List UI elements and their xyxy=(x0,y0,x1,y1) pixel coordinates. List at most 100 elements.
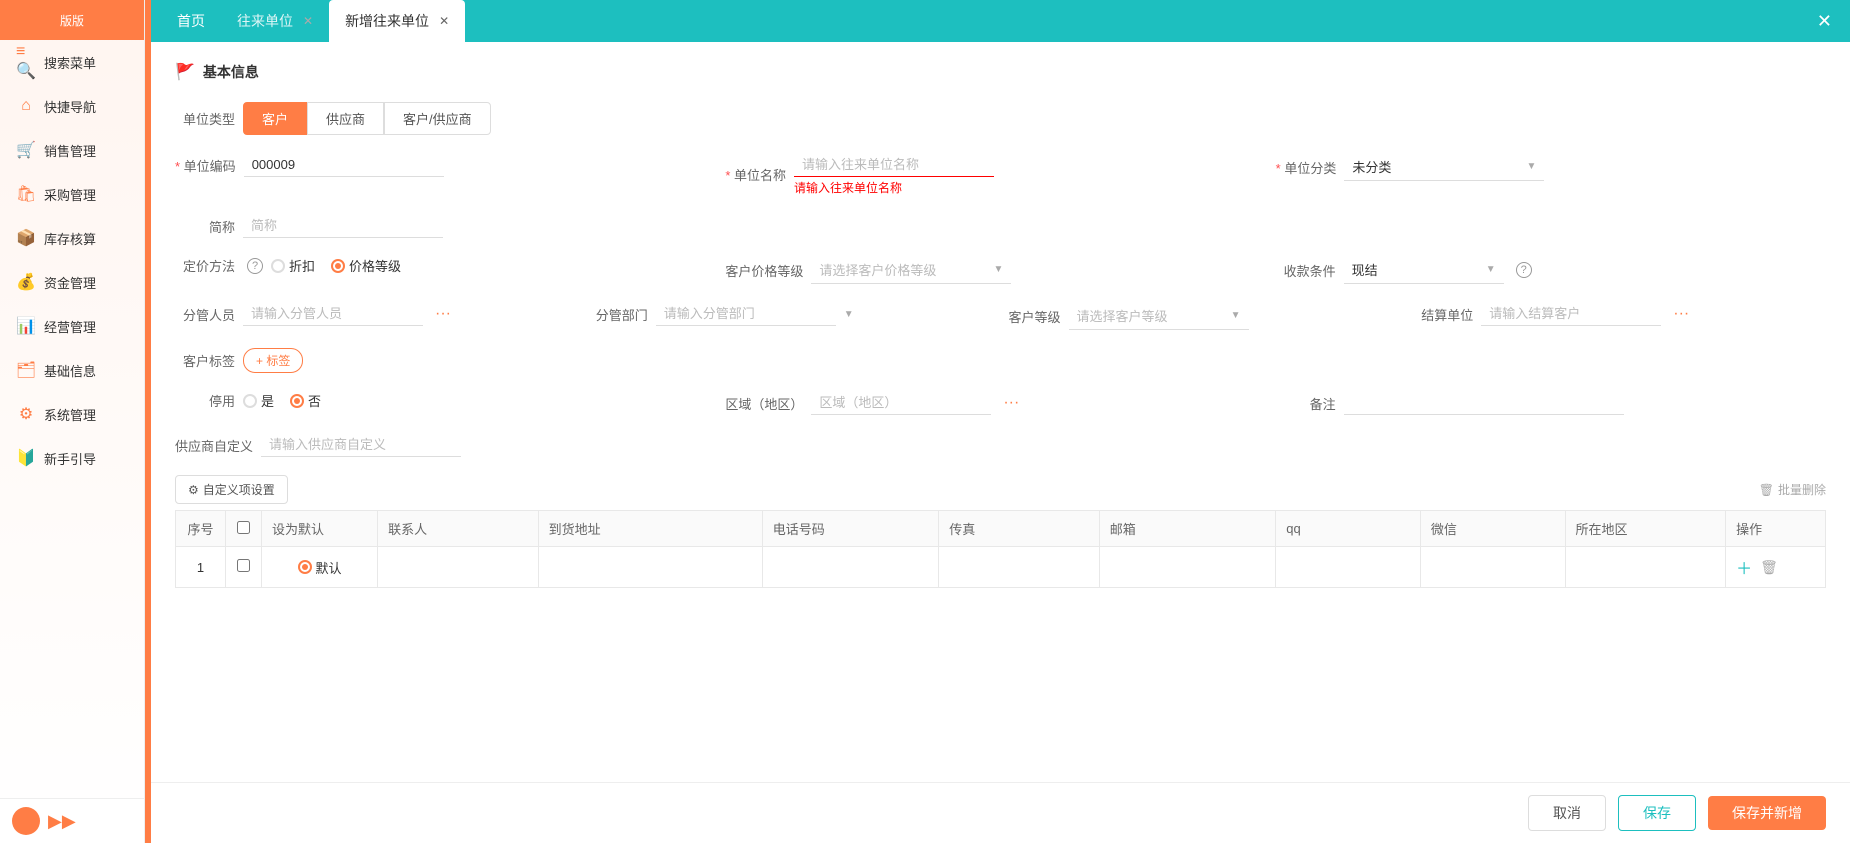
type-btn-customer[interactable]: 客户 xyxy=(243,102,307,135)
supplier-custom-label: 供应商自定义 xyxy=(175,436,253,455)
table-row: 1 默认 xyxy=(176,547,1826,588)
sidebar-logo: 版版 xyxy=(0,0,144,40)
sidebar-item-guide[interactable]: 🔰 新手引导 xyxy=(0,436,144,480)
chevron-down-icon-4: ▼ xyxy=(1231,310,1241,321)
wechat-input[interactable] xyxy=(1431,560,1501,575)
supplier-custom-input[interactable] xyxy=(261,433,461,457)
area-input[interactable] xyxy=(1576,560,1656,575)
sidebar-item-inventory[interactable]: 📦 库存核算 xyxy=(0,216,144,260)
delete-row-button[interactable]: 🗑 xyxy=(1760,559,1778,576)
sidebar-item-finance[interactable]: 💰 资金管理 xyxy=(0,260,144,304)
trash-icon: 🗑 xyxy=(1759,483,1774,497)
region-input[interactable] xyxy=(811,391,991,415)
radio-disabled-yes[interactable]: 是 xyxy=(243,391,274,410)
short-name-input[interactable] xyxy=(243,214,443,238)
batch-delete-btn[interactable]: 🗑 批量删除 xyxy=(1759,481,1826,498)
gear-icon: ⚙ xyxy=(16,404,36,424)
customer-price-select[interactable]: 请选择客户价格等级 ▼ xyxy=(811,256,1011,284)
add-row-button[interactable]: ＋ xyxy=(1736,555,1752,579)
radio-disabled-no[interactable]: 否 xyxy=(290,391,321,410)
payment-help-icon[interactable]: ? xyxy=(1516,262,1532,278)
cancel-button[interactable]: 取消 xyxy=(1528,795,1606,831)
default-radio-label: 默认 xyxy=(316,558,342,577)
settlement-unit-input[interactable] xyxy=(1481,302,1661,326)
unit-category-group: 单位分类 未分类 ▼ xyxy=(1276,153,1826,181)
address-input[interactable] xyxy=(549,560,669,575)
sidebar-item-system[interactable]: ⚙ 系统管理 xyxy=(0,392,144,436)
unit-code-label: 单位编码 xyxy=(175,156,236,175)
tab-partners-close[interactable]: ✕ xyxy=(303,14,313,28)
col-contact: 联系人 xyxy=(378,511,539,547)
sidebar-item-search[interactable]: ≡🔍 搜索菜单 xyxy=(0,40,144,84)
radio-discount[interactable]: 折扣 xyxy=(271,256,315,275)
dept-input[interactable] xyxy=(656,302,836,326)
search-icon: ≡🔍 xyxy=(16,52,36,72)
payment-terms-group: 收款条件 现结 ▼ ? xyxy=(1276,256,1826,284)
save-and-new-button[interactable]: 保存并新增 xyxy=(1708,796,1826,830)
supplier-custom-group: 供应商自定义 xyxy=(175,433,1826,457)
region-label: 区域（地区） xyxy=(725,394,803,413)
add-tag-button[interactable]: + 标签 xyxy=(243,348,303,373)
radio-no-label: 否 xyxy=(308,391,321,410)
contact-input[interactable] xyxy=(388,560,468,575)
customer-level-select[interactable]: 请选择客户等级 ▼ xyxy=(1069,302,1249,330)
sidebar-expand-icon[interactable]: ▶▶ xyxy=(48,811,76,832)
custom-settings-button[interactable]: ⚙ 自定义项设置 xyxy=(175,475,288,504)
save-button[interactable]: 保存 xyxy=(1618,795,1696,831)
unit-type-buttons: 客户 供应商 客户/供应商 xyxy=(243,102,491,135)
sidebar-item-quick-nav[interactable]: ⌂ 快捷导航 xyxy=(0,84,144,128)
section-title-text: 基本信息 xyxy=(203,62,259,82)
pricing-help-icon[interactable]: ? xyxy=(247,258,263,274)
tab-partners[interactable]: 往来单位 ✕ xyxy=(221,0,329,42)
tab-home-label: 首页 xyxy=(177,11,205,31)
unit-name-input[interactable] xyxy=(794,153,994,177)
pricing-method-group: 定价方法 ? 折扣 价格等级 xyxy=(175,256,725,275)
unit-category-select[interactable]: 未分类 ▼ xyxy=(1344,153,1544,181)
cell-address xyxy=(538,547,762,588)
email-input[interactable] xyxy=(1110,560,1200,575)
radio-price-level-circle xyxy=(331,259,345,273)
qq-input[interactable] xyxy=(1286,560,1356,575)
manager-input[interactable] xyxy=(243,302,423,326)
type-btn-supplier[interactable]: 供应商 xyxy=(307,102,384,135)
radio-price-level[interactable]: 价格等级 xyxy=(331,256,401,275)
contact-table-section: ⚙ 自定义项设置 🗑 批量删除 序号 设为默认 联系人 xyxy=(175,475,1826,588)
sidebar-item-operation[interactable]: 📊 经营管理 xyxy=(0,304,144,348)
sidebar-item-label: 快捷导航 xyxy=(44,97,96,116)
fax-input[interactable] xyxy=(949,560,1029,575)
short-name-row: 简称 xyxy=(175,214,1826,238)
money-icon: 💰 xyxy=(16,272,36,292)
sidebar-item-label: 库存核算 xyxy=(44,229,96,248)
settlement-more-icon[interactable]: ··· xyxy=(1669,305,1693,323)
cell-action: ＋ 🗑 xyxy=(1726,547,1826,588)
sidebar-item-label: 新手引导 xyxy=(44,449,96,468)
remark-input[interactable] xyxy=(1344,391,1624,415)
chevron-down-icon-2: ▼ xyxy=(993,264,1003,275)
tab-home[interactable]: 首页 xyxy=(161,0,221,42)
default-radio[interactable]: 默认 xyxy=(272,558,367,577)
phone-input[interactable] xyxy=(773,560,863,575)
sidebar-item-sales[interactable]: 🛒 销售管理 xyxy=(0,128,144,172)
col-wechat: 微信 xyxy=(1420,511,1565,547)
chevron-down-icon-3: ▼ xyxy=(1486,264,1496,275)
tab-new-partner-close[interactable]: ✕ xyxy=(439,14,449,28)
sidebar-item-label: 搜索菜单 xyxy=(44,53,96,72)
region-more-icon[interactable]: ··· xyxy=(999,394,1023,412)
window-close-button[interactable]: ✕ xyxy=(1809,11,1840,32)
payment-terms-select[interactable]: 现结 ▼ xyxy=(1344,256,1504,284)
row-checkbox[interactable] xyxy=(237,559,250,572)
sidebar-item-base-info[interactable]: 🗂 基础信息 xyxy=(0,348,144,392)
cell-email xyxy=(1099,547,1275,588)
home-icon: ⌂ xyxy=(16,96,36,116)
form-content: 🚩 基本信息 单位类型 客户 供应商 客户/供应商 单位编码 单位名称 xyxy=(151,42,1850,782)
tab-new-partner[interactable]: 新增往来单位 ✕ xyxy=(329,0,465,42)
sidebar: 版版 ≡🔍 搜索菜单 ⌂ 快捷导航 🛒 销售管理 🛍 采购管理 📦 库存核算 💰… xyxy=(0,0,145,843)
type-btn-both[interactable]: 客户/供应商 xyxy=(384,102,491,135)
manager-more-icon[interactable]: ··· xyxy=(431,305,455,323)
unit-code-input[interactable] xyxy=(244,153,444,177)
table-toolbar: ⚙ 自定义项设置 🗑 批量删除 xyxy=(175,475,1826,504)
dept-dropdown-icon[interactable]: ▼ xyxy=(844,309,854,320)
pricing-row: 定价方法 ? 折扣 价格等级 客户价格等级 请选择客户价格等级 xyxy=(175,256,1826,284)
sidebar-item-purchase[interactable]: 🛍 采购管理 xyxy=(0,172,144,216)
select-all-checkbox[interactable] xyxy=(237,521,250,534)
